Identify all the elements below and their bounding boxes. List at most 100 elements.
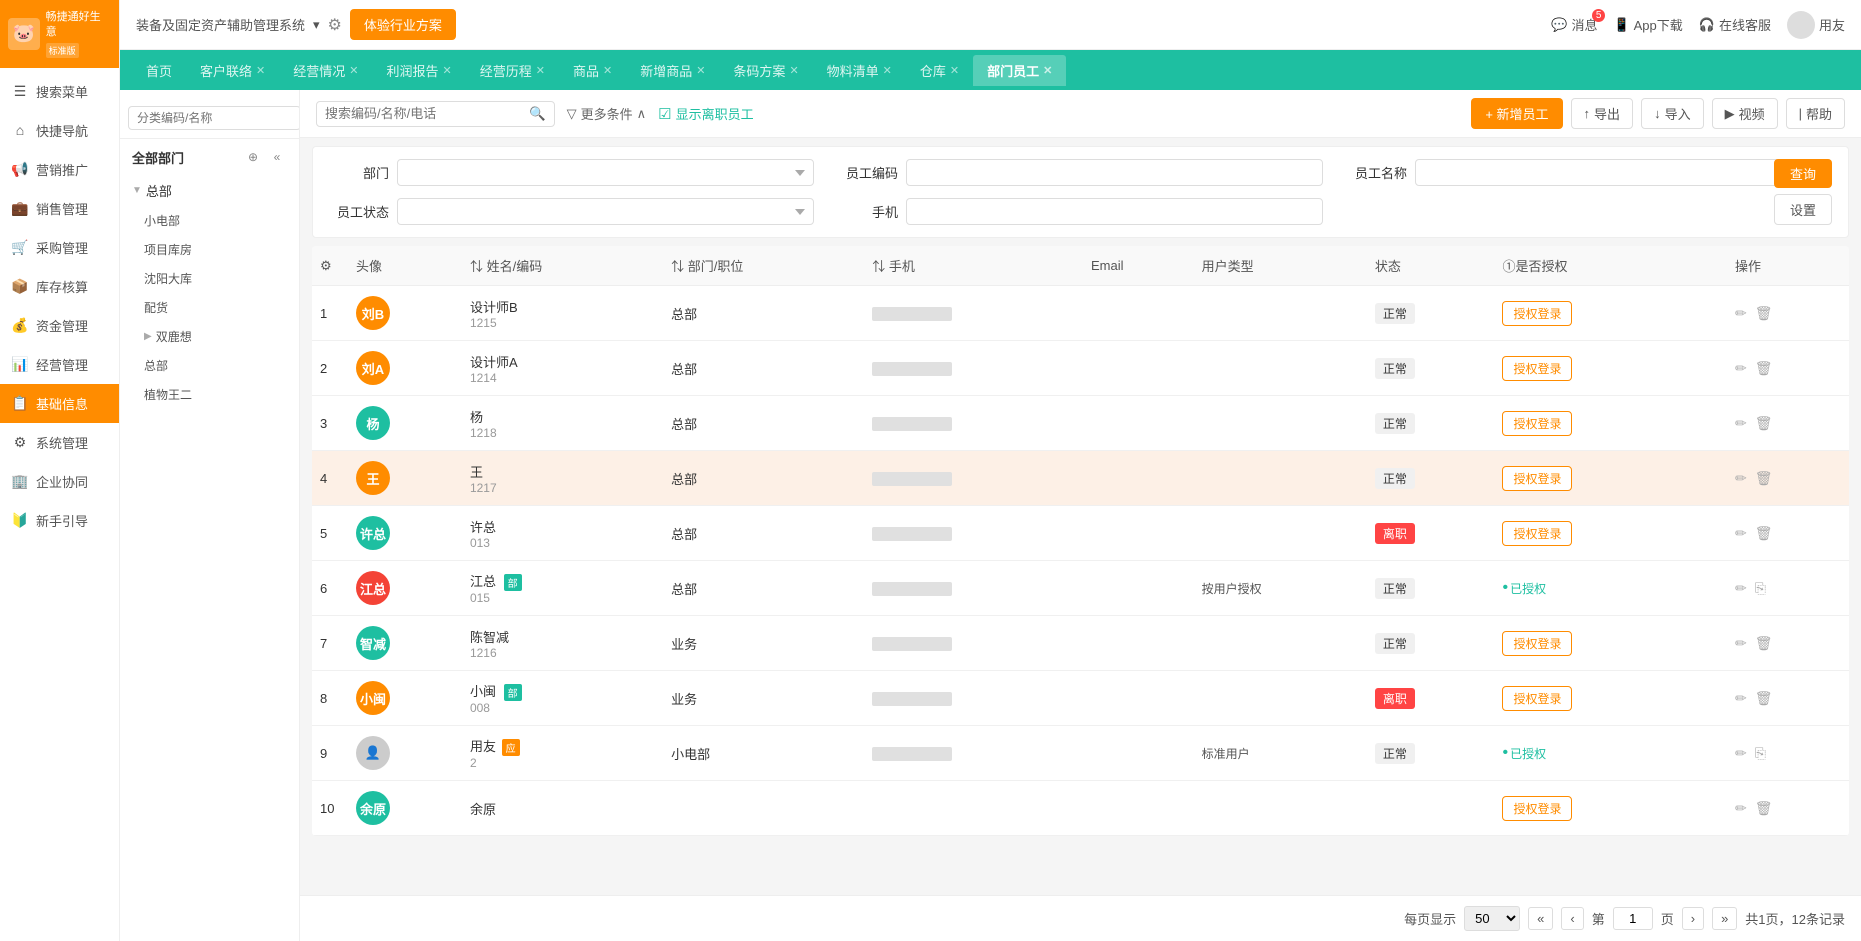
delete-btn[interactable]: 🗑 — [1755, 525, 1773, 542]
edit-btn[interactable]: ✏ — [1735, 745, 1747, 762]
edit-btn[interactable]: ✏ — [1735, 525, 1747, 542]
dept-node-shenyang[interactable]: 沈阳大库 — [120, 264, 299, 293]
auth-login-btn[interactable]: 授权登录 — [1502, 411, 1572, 436]
edit-btn[interactable]: ✏ — [1735, 305, 1747, 322]
sidebar-item-finance[interactable]: 💰 资金管理 — [0, 306, 119, 345]
tab-new-goods[interactable]: 新增商品 ✕ — [626, 55, 719, 86]
settings-btn[interactable]: ⚙ — [328, 15, 342, 35]
tab-material-close[interactable]: ✕ — [883, 64, 892, 77]
filter-dept-select[interactable] — [397, 159, 814, 186]
tab-customer[interactable]: 客户联络 ✕ — [186, 55, 279, 86]
dept-node-zongbu[interactable]: ▼ 总部 — [120, 175, 299, 206]
tab-goods[interactable]: 商品 ✕ — [559, 55, 626, 86]
page-input[interactable] — [1613, 907, 1653, 930]
tab-sales-report-close[interactable]: ✕ — [349, 64, 358, 77]
sidebar-item-inventory[interactable]: 📦 库存核算 — [0, 267, 119, 306]
tab-material[interactable]: 物料清单 ✕ — [813, 55, 906, 86]
export-btn[interactable]: ↑ 导出 — [1571, 98, 1634, 129]
auth-login-btn[interactable]: 授权登录 — [1502, 301, 1572, 326]
tab-home[interactable]: 首页 — [132, 55, 186, 86]
sidebar-item-purchase[interactable]: 🛒 采购管理 — [0, 228, 119, 267]
tab-customer-close[interactable]: ✕ — [256, 64, 265, 77]
filter-phone-input[interactable] — [906, 198, 1323, 225]
show-resigned-checkbox[interactable]: ☑ 显示离职员工 — [658, 104, 753, 123]
view-btn[interactable]: ▶ 视频 — [1712, 98, 1778, 129]
prev-page-btn[interactable]: ‹ — [1561, 907, 1583, 930]
trial-btn[interactable]: 体验行业方案 — [350, 9, 456, 40]
tab-barcode[interactable]: 条码方案 ✕ — [719, 55, 812, 86]
dept-node-xiaodibu[interactable]: 小电部 — [120, 206, 299, 235]
tab-process[interactable]: 经营历程 ✕ — [466, 55, 559, 86]
tab-warehouse[interactable]: 仓库 ✕ — [906, 55, 973, 86]
sidebar-item-operations[interactable]: 📊 经营管理 — [0, 345, 119, 384]
tab-profit[interactable]: 利润报告 ✕ — [372, 55, 465, 86]
filter-name-input[interactable] — [1415, 159, 1832, 186]
query-btn[interactable]: 查询 — [1774, 159, 1832, 188]
sidebar-item-basic[interactable]: 📋 基础信息 — [0, 384, 119, 423]
online-support-btn[interactable]: 🎧 在线客服 — [1699, 15, 1771, 34]
tab-profit-close[interactable]: ✕ — [443, 64, 452, 77]
tab-warehouse-close[interactable]: ✕ — [950, 64, 959, 77]
edit-btn[interactable]: ✏ — [1735, 360, 1747, 377]
tab-barcode-close[interactable]: ✕ — [789, 64, 798, 77]
edit-btn[interactable]: ✏ — [1735, 800, 1747, 817]
tab-new-goods-close[interactable]: ✕ — [696, 64, 705, 77]
tab-staff[interactable]: 部门员工 ✕ — [973, 55, 1066, 86]
edit-btn[interactable]: ✏ — [1735, 690, 1747, 707]
search-input[interactable] — [325, 106, 525, 121]
copy-btn[interactable]: ⎘ — [1755, 580, 1766, 597]
last-page-btn[interactable]: » — [1712, 907, 1737, 930]
dept-collapse-btn[interactable]: « — [267, 147, 287, 167]
tab-goods-close[interactable]: ✕ — [603, 64, 612, 77]
message-btn[interactable]: 💬 消息 5 — [1551, 15, 1597, 34]
delete-btn[interactable]: 🗑 — [1755, 360, 1773, 377]
delete-btn[interactable]: 🗑 — [1755, 415, 1773, 432]
first-page-btn[interactable]: « — [1528, 907, 1553, 930]
add-employee-btn[interactable]: + 新增员工 — [1471, 98, 1562, 129]
edit-btn[interactable]: ✏ — [1735, 635, 1747, 652]
app-download-btn[interactable]: 📱 App下载 — [1613, 15, 1682, 34]
dept-node-xiangmu[interactable]: 项目库房 — [120, 235, 299, 264]
auth-login-btn[interactable]: 授权登录 — [1502, 631, 1572, 656]
page-size-select[interactable]: 50 20 100 — [1464, 906, 1520, 931]
edit-btn[interactable]: ✏ — [1735, 415, 1747, 432]
sidebar-item-guide[interactable]: 🔰 新手引导 — [0, 501, 119, 540]
sidebar-item-search[interactable]: ☰ 搜索菜单 — [0, 72, 119, 111]
user-menu[interactable]: 用友 — [1787, 11, 1845, 39]
auth-login-btn[interactable]: 授权登录 — [1502, 686, 1572, 711]
delete-btn[interactable]: 🗑 — [1755, 470, 1773, 487]
tab-staff-close[interactable]: ✕ — [1043, 64, 1052, 77]
help-btn[interactable]: | 帮助 — [1786, 98, 1845, 129]
filter-more-btn[interactable]: ▽ 更多条件 ∧ — [567, 104, 647, 123]
system-dropdown-btn[interactable]: ▾ — [313, 17, 320, 33]
auth-login-btn[interactable]: 授权登录 — [1502, 466, 1572, 491]
sidebar-item-quick[interactable]: ⌂ 快捷导航 — [0, 111, 119, 150]
sidebar-item-marketing[interactable]: 📢 营销推广 — [0, 150, 119, 189]
sidebar-item-sales[interactable]: 💼 销售管理 — [0, 189, 119, 228]
import-btn[interactable]: ↓ 导入 — [1641, 98, 1704, 129]
col-name[interactable]: ⇅ 姓名/编码 — [462, 246, 663, 286]
delete-btn[interactable]: 🗑 — [1755, 305, 1773, 322]
auth-login-btn[interactable]: 授权登录 — [1502, 356, 1572, 381]
filter-code-input[interactable] — [906, 159, 1323, 186]
reset-btn[interactable]: 设置 — [1774, 194, 1832, 225]
auth-login-btn[interactable]: 授权登录 — [1502, 521, 1572, 546]
search-btn[interactable]: 🔍 — [529, 106, 546, 122]
dept-expand-btn[interactable]: ⊕ — [243, 147, 263, 167]
tab-process-close[interactable]: ✕ — [536, 64, 545, 77]
dept-search-input[interactable] — [128, 106, 300, 130]
tab-sales-report[interactable]: 经营情况 ✕ — [279, 55, 372, 86]
filter-status-select[interactable] — [397, 198, 814, 225]
delete-btn[interactable]: 🗑 — [1755, 635, 1773, 652]
dept-node-peihuo[interactable]: 配货 — [120, 293, 299, 322]
delete-btn[interactable]: 🗑 — [1755, 800, 1773, 817]
edit-btn[interactable]: ✏ — [1735, 470, 1747, 487]
auth-login-btn[interactable]: 授权登录 — [1502, 796, 1572, 821]
sidebar-item-enterprise[interactable]: 🏢 企业协同 — [0, 462, 119, 501]
col-phone[interactable]: ⇅ 手机 — [864, 246, 1083, 286]
col-settings[interactable]: ⚙ — [312, 246, 348, 286]
next-page-btn[interactable]: › — [1682, 907, 1704, 930]
delete-btn[interactable]: 🗑 — [1755, 690, 1773, 707]
edit-btn[interactable]: ✏ — [1735, 580, 1747, 597]
dept-node-shuanglu[interactable]: ▶ 双鹿想 — [120, 322, 299, 351]
